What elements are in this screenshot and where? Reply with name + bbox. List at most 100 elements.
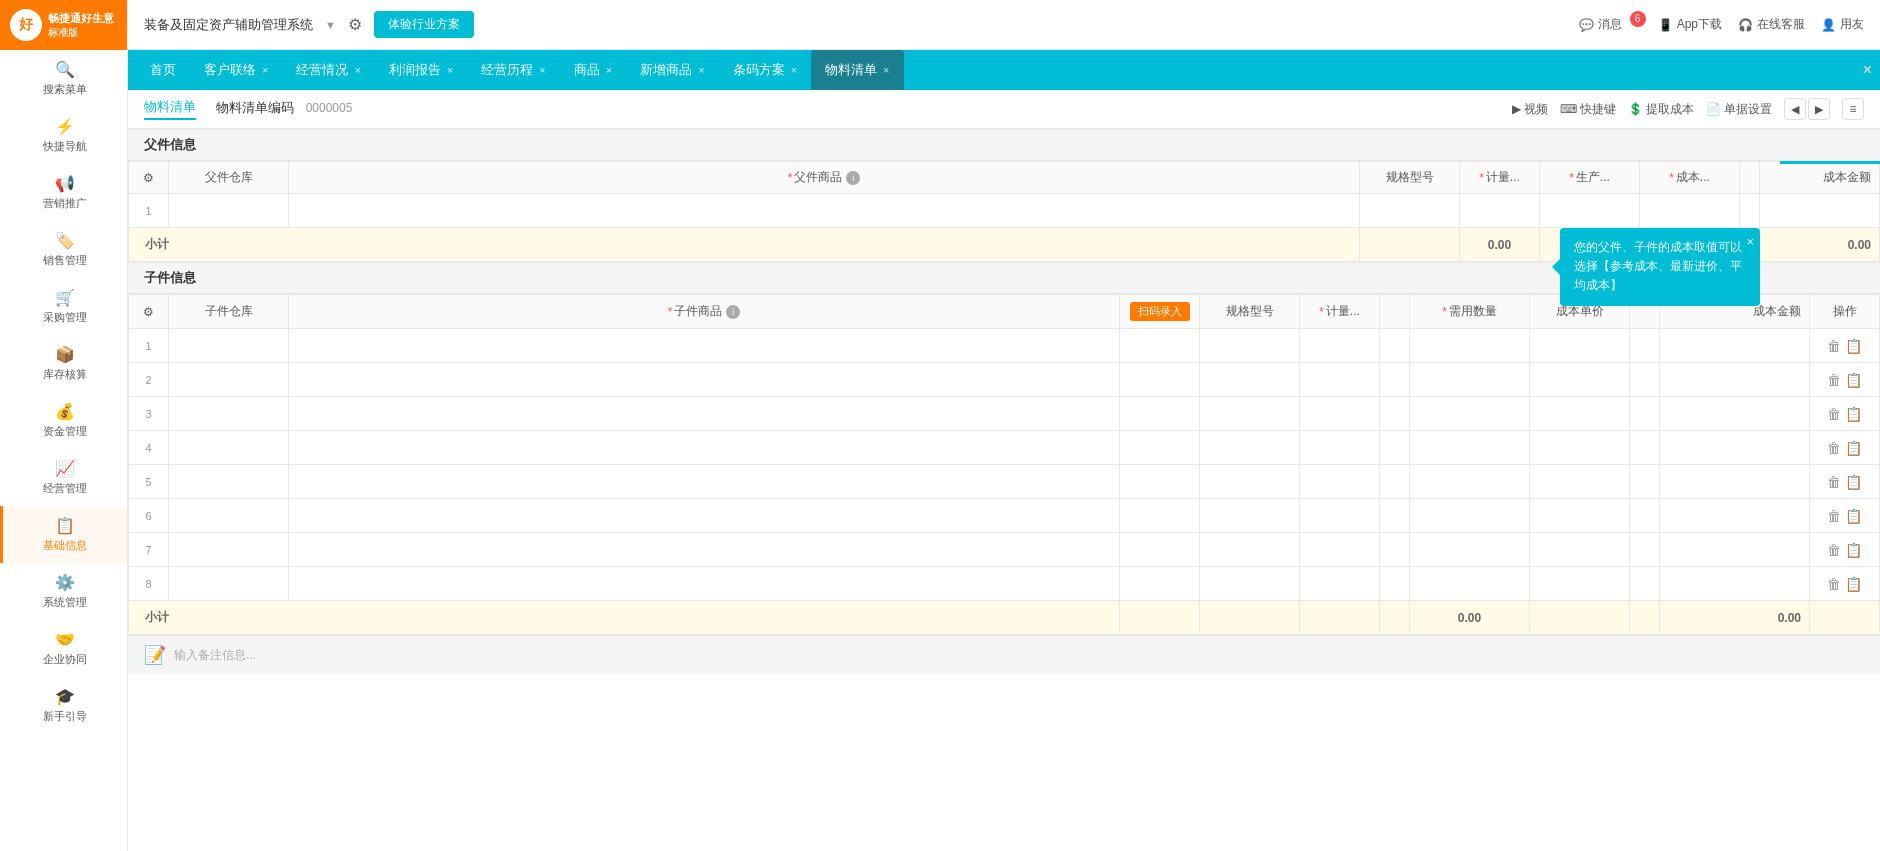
child-warehouse-cell-5[interactable] [169,465,289,499]
nav-tab-new-product[interactable]: 新增商品 × [626,50,718,90]
child-spec-cell-3[interactable] [1200,397,1300,431]
nav-tab-barcode[interactable]: 条码方案 × [719,50,811,90]
nav-tab-home[interactable]: 首页 [136,50,190,90]
close-profit-tab[interactable]: × [447,64,453,76]
child-spec-cell-5[interactable] [1200,465,1300,499]
sidebar-item-marketing[interactable]: 📢 营销推广 [0,164,127,221]
child-unit-cost-cell-2[interactable] [1530,363,1630,397]
note-placeholder[interactable]: 输入备注信息... [174,647,256,664]
close-history-tab[interactable]: × [539,64,545,76]
online-service-item[interactable]: 🎧 在线客服 [1738,16,1805,33]
child-cost-amount-cell-1[interactable] [1660,329,1810,363]
sidebar-item-basic-info[interactable]: 📋 基础信息 [0,506,127,563]
copy-icon-3[interactable]: 📋 [1845,406,1862,422]
sidebar-item-finance[interactable]: 💰 资金管理 [0,392,127,449]
nav-tab-customer[interactable]: 客户联络 × [190,50,282,90]
child-warehouse-cell-1[interactable] [169,329,289,363]
prev-record-btn[interactable]: ◀ [1784,98,1806,120]
delete-icon-4[interactable]: 🗑 [1827,440,1841,456]
sub-tab-bom[interactable]: 物料清单 [144,98,196,120]
parent-product-cell[interactable] [289,194,1360,228]
child-qty-cell-2[interactable] [1410,363,1530,397]
child-unit-cell-2[interactable] [1300,363,1380,397]
messages-item[interactable]: 💬 消息 6 [1579,16,1642,33]
child-qty-cell-6[interactable] [1410,499,1530,533]
child-product-cell-4[interactable] [289,431,1120,465]
close-tooltip-btn[interactable]: × [1746,232,1754,253]
sidebar-item-guide[interactable]: 🎓 新手引导 [0,677,127,734]
child-spec-cell-6[interactable] [1200,499,1300,533]
view-video-btn[interactable]: ▶ 视频 [1512,101,1548,118]
system-dropdown-arrow[interactable]: ▼ [325,19,336,31]
sidebar-item-enterprise[interactable]: 🤝 企业协同 [0,620,127,677]
child-unit-cell-3[interactable] [1300,397,1380,431]
child-spec-cell-1[interactable] [1200,329,1300,363]
child-warehouse-cell-8[interactable] [169,567,289,601]
next-record-btn[interactable]: ▶ [1808,98,1830,120]
delete-icon-7[interactable]: 🗑 [1827,542,1841,558]
user-avatar[interactable]: 👤 用友 [1821,16,1864,33]
scan-input-btn[interactable]: 扫码录入 [1130,302,1190,321]
sidebar-item-sales[interactable]: 🏷️ 销售管理 [0,221,127,278]
child-product-cell-7[interactable] [289,533,1120,567]
close-all-tabs[interactable]: × [1863,61,1872,79]
sidebar-item-quick-nav[interactable]: ⚡ 快捷导航 [0,107,127,164]
sidebar-item-operations[interactable]: 📈 经营管理 [0,449,127,506]
close-operations-tab[interactable]: × [354,64,360,76]
child-warehouse-cell-3[interactable] [169,397,289,431]
child-cost-amount-cell-3[interactable] [1660,397,1810,431]
child-spec-cell-2[interactable] [1200,363,1300,397]
copy-icon-4[interactable]: 📋 [1845,440,1862,456]
child-product-cell-5[interactable] [289,465,1120,499]
child-qty-cell-1[interactable] [1410,329,1530,363]
grid-view-btn[interactable]: ≡ [1842,98,1864,120]
nav-tab-bom[interactable]: 物料清单 × [811,50,903,90]
child-qty-cell-3[interactable] [1410,397,1530,431]
delete-icon-5[interactable]: 🗑 [1827,474,1841,490]
child-warehouse-cell-2[interactable] [169,363,289,397]
child-unit-cell-8[interactable] [1300,567,1380,601]
child-warehouse-cell-4[interactable] [169,431,289,465]
child-cost-amount-cell-8[interactable] [1660,567,1810,601]
child-unit-cell-6[interactable] [1300,499,1380,533]
parent-unit-cell[interactable] [1460,194,1540,228]
child-unit-cell-1[interactable] [1300,329,1380,363]
child-warehouse-cell-6[interactable] [169,499,289,533]
child-unit-cost-cell-5[interactable] [1530,465,1630,499]
child-unit-cost-cell-8[interactable] [1530,567,1630,601]
experience-button[interactable]: 体验行业方案 [374,11,474,38]
child-qty-cell-5[interactable] [1410,465,1530,499]
sub-tab-bom-code[interactable]: 物料清单编码 0000005 [216,99,352,119]
copy-icon-5[interactable]: 📋 [1845,474,1862,490]
copy-icon-7[interactable]: 📋 [1845,542,1862,558]
sidebar-item-search[interactable]: 🔍 搜索菜单 [0,50,127,107]
parent-production-cell[interactable] [1540,194,1640,228]
parent-spec-cell[interactable] [1360,194,1460,228]
nav-tab-profit[interactable]: 利润报告 × [375,50,467,90]
close-customer-tab[interactable]: × [262,64,268,76]
copy-icon-2[interactable]: 📋 [1845,372,1862,388]
child-spec-cell-4[interactable] [1200,431,1300,465]
child-qty-cell-4[interactable] [1410,431,1530,465]
child-unit-cost-cell-3[interactable] [1530,397,1630,431]
nav-tab-operations[interactable]: 经营情况 × [282,50,374,90]
child-cost-amount-cell-7[interactable] [1660,533,1810,567]
delete-icon-2[interactable]: 🗑 [1827,372,1841,388]
app-download-item[interactable]: 📱 App下载 [1658,16,1722,33]
child-cost-amount-cell-5[interactable] [1660,465,1810,499]
nav-tab-history[interactable]: 经营历程 × [467,50,559,90]
single-settings-btn[interactable]: 📄 单据设置 [1706,101,1772,118]
child-unit-cell-4[interactable] [1300,431,1380,465]
settings-icon[interactable]: ⚙ [348,15,362,34]
close-bom-tab[interactable]: × [883,64,889,76]
child-qty-cell-7[interactable] [1410,533,1530,567]
child-unit-cost-cell-6[interactable] [1530,499,1630,533]
child-product-cell-1[interactable] [289,329,1120,363]
copy-icon-8[interactable]: 📋 [1845,576,1862,592]
child-unit-cost-cell-1[interactable] [1530,329,1630,363]
child-product-cell-2[interactable] [289,363,1120,397]
close-product-tab[interactable]: × [606,64,612,76]
shortcut-btn[interactable]: ⌨ 快捷键 [1560,101,1616,118]
child-unit-cell-5[interactable] [1300,465,1380,499]
child-cost-amount-cell-2[interactable] [1660,363,1810,397]
